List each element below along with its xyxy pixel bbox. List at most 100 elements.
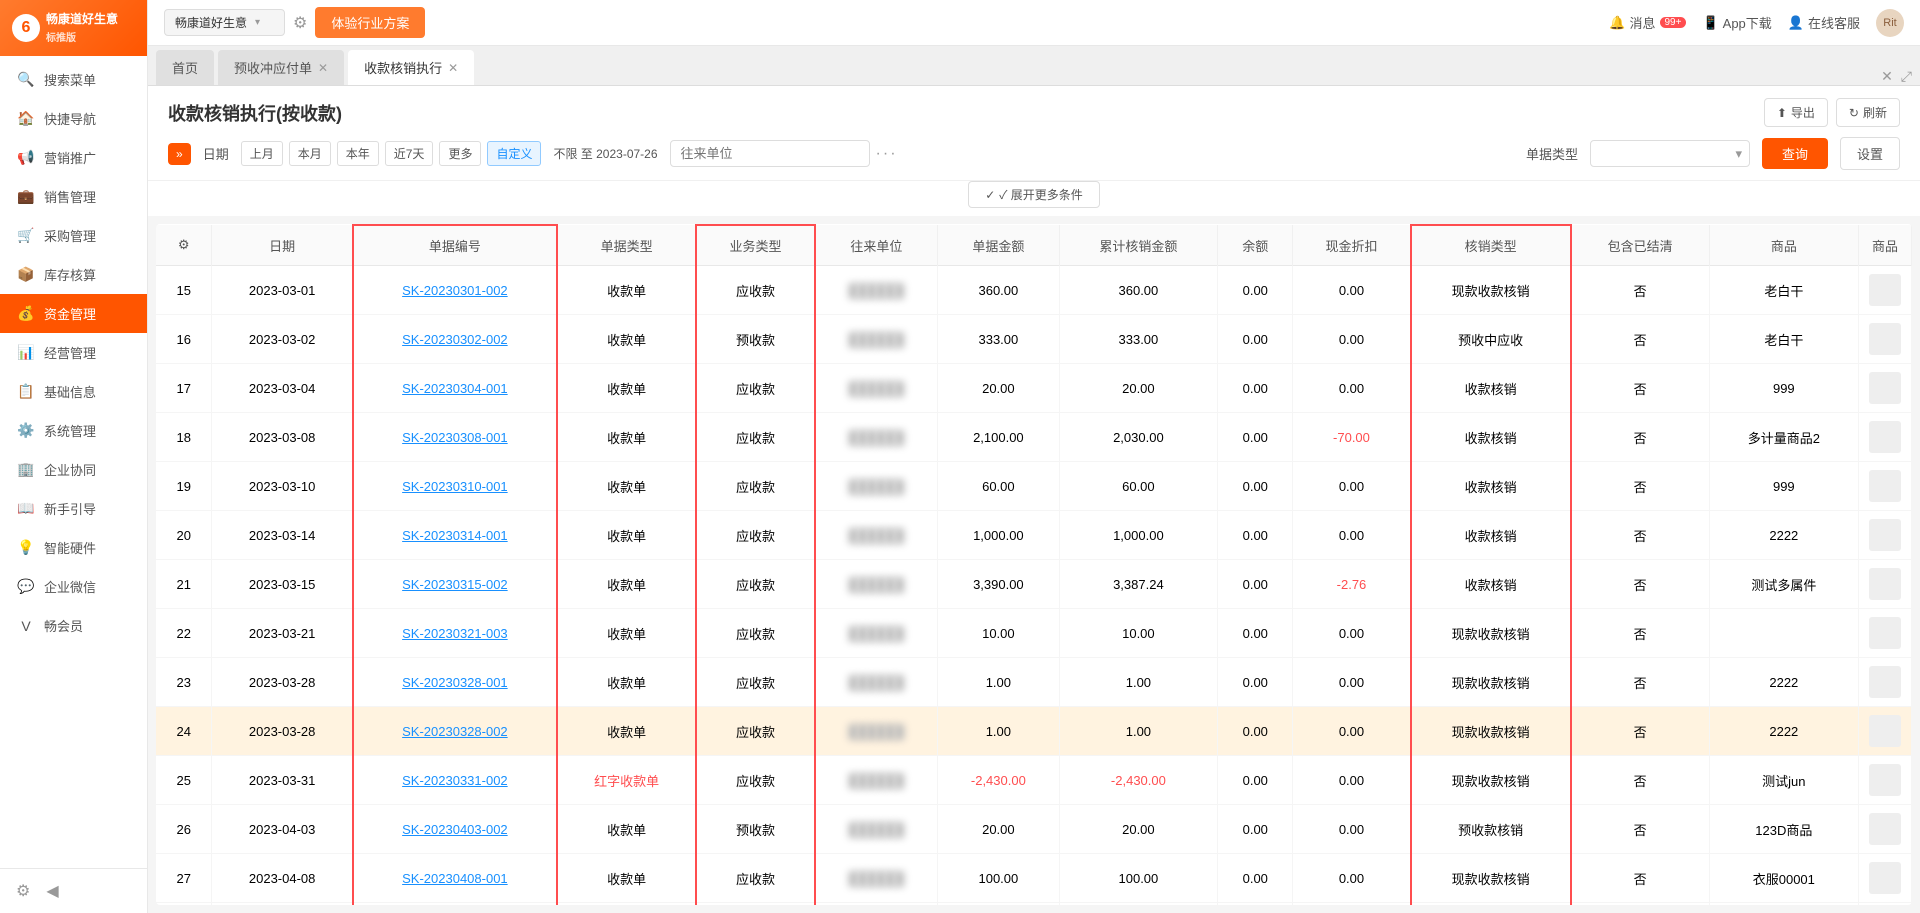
filter-settings-btn[interactable]: 设置 [1840,137,1900,170]
table-row[interactable]: 27 2023-04-08 SK-20230408-001 收款单 应收款 ██… [156,854,1912,903]
filter-this-month-btn[interactable]: 本月 [289,141,331,166]
table-row[interactable]: 20 2023-03-14 SK-20230314-001 收款单 应收款 ██… [156,511,1912,560]
doc-no-link[interactable]: SK-20230328-001 [402,675,508,690]
sidebar-item-system[interactable]: ⚙️ 系统管理 [0,411,147,450]
table-row[interactable]: 18 2023-03-08 SK-20230308-001 收款单 应收款 ██… [156,413,1912,462]
cell-doc-no: SK-20230308-001 [353,413,557,462]
purchase-icon: 🛒 [16,227,36,244]
tab-writeoff[interactable]: 收款核销执行 ✕ [348,50,474,85]
company-selector[interactable]: 畅康道好生意 ▾ [164,9,285,36]
expand-more-btn[interactable]: ✓ ✓ 展开更多条件 [968,181,1100,208]
cell-writeoff-type: 收款核销 [1411,413,1571,462]
sidebar-item-operations[interactable]: 📊 经营管理 [0,333,147,372]
sidebar-item-purchase[interactable]: 🛒 采购管理 [0,216,147,255]
table-row[interactable]: 17 2023-03-04 SK-20230304-001 收款单 应收款 ██… [156,364,1912,413]
cell-doc-type: 收款单 [557,658,696,707]
col-header-index[interactable]: ⚙ [156,225,212,266]
collapse-icon[interactable]: ◀ [46,881,58,901]
cell-doc-type: 收款单 [557,315,696,364]
sidebar-item-sales[interactable]: 💼 销售管理 [0,177,147,216]
col-header-doc-type: 单据类型 [557,225,696,266]
export-btn[interactable]: ⬆ 导出 [1764,98,1828,127]
cell-balance: 0.00 [1218,511,1293,560]
sidebar-item-hardware[interactable]: 💡 智能硬件 [0,528,147,567]
filter-last7-btn[interactable]: 近7天 [385,141,434,166]
sidebar-item-wechat[interactable]: 💬 企业微信 [0,567,147,606]
cell-include-settled: 否 [1571,609,1709,658]
sidebar-item-inventory[interactable]: 📦 库存核算 [0,255,147,294]
filter-last-month-btn[interactable]: 上月 [241,141,283,166]
tab-prepay-close-icon[interactable]: ✕ [318,61,328,75]
doc-no-link[interactable]: SK-20230328-002 [402,724,508,739]
cell-date: 2023-03-15 [212,560,353,609]
doc-no-link[interactable]: SK-20230301-002 [402,283,508,298]
cell-doc-no: SK-20230315-002 [353,560,557,609]
table-row[interactable]: 15 2023-03-01 SK-20230301-002 收款单 应收款 ██… [156,266,1912,315]
cell-amount: 20.00 [938,805,1060,854]
solution-btn[interactable]: 体验行业方案 [315,7,425,38]
app-download-btn[interactable]: 📱 App下载 [1702,13,1771,32]
table-row[interactable]: 28 2023-04-18 SK-20230418-001 收款单 应收款 ██… [156,903,1912,906]
settings-icon[interactable]: ⚙ [16,881,30,901]
tab-home[interactable]: 首页 [156,50,214,85]
cell-customer: ██████ [815,756,938,805]
cell-amount: 20.00 [938,364,1060,413]
filter-doctype-select[interactable] [1590,140,1750,167]
sidebar-item-guide[interactable]: 📖 新手引导 [0,489,147,528]
cell-date: 2023-03-08 [212,413,353,462]
cell-doc-type: 收款单 [557,266,696,315]
sidebar-item-quicknav[interactable]: 🏠 快捷导航 [0,99,147,138]
doc-no-link[interactable]: SK-20230308-001 [402,430,508,445]
doc-no-link[interactable]: SK-20230314-001 [402,528,508,543]
tab-prepay[interactable]: 预收冲应付单 ✕ [218,50,344,85]
query-btn[interactable]: 查询 [1762,138,1828,169]
doc-no-link[interactable]: SK-20230304-001 [402,381,508,396]
table-row[interactable]: 24 2023-03-28 SK-20230328-002 收款单 应收款 ██… [156,707,1912,756]
hardware-icon: 💡 [16,539,36,556]
cell-writeoff-type: 预收中应收 [1411,315,1571,364]
sidebar-item-finance[interactable]: 💰 资金管理 [0,294,147,333]
table-row[interactable]: 22 2023-03-21 SK-20230321-003 收款单 应收款 ██… [156,609,1912,658]
refresh-btn[interactable]: ↻ 刷新 [1836,98,1900,127]
doc-no-link[interactable]: SK-20230321-003 [402,626,508,641]
doc-no-link[interactable]: SK-20230310-001 [402,479,508,494]
sidebar-item-member[interactable]: V 畅会员 [0,606,147,645]
sidebar-item-company[interactable]: 🏢 企业协同 [0,450,147,489]
doc-no-link[interactable]: SK-20230408-001 [402,871,508,886]
tab-writeoff-close-icon[interactable]: ✕ [448,61,458,75]
cell-goods-img [1859,315,1912,364]
expand-window-icon[interactable]: ⤢ [1901,68,1912,85]
cell-balance: 0.00 [1218,658,1293,707]
filter-expand-btn[interactable]: » [168,143,191,165]
table-row[interactable]: 19 2023-03-10 SK-20230310-001 收款单 应收款 ██… [156,462,1912,511]
doc-no-link[interactable]: SK-20230302-002 [402,332,508,347]
service-btn[interactable]: 👤 在线客服 [1788,13,1860,32]
cell-writeoff-type: 收款核销 [1411,560,1571,609]
filter-customer-input[interactable] [670,140,870,167]
filter-dots-icon[interactable]: ··· [876,145,898,163]
filter-custom-btn[interactable]: 自定义 [487,141,541,166]
cell-goods: 衣服00001 [1709,854,1858,903]
close-window-icon[interactable]: ✕ [1881,68,1893,85]
doc-no-link[interactable]: SK-20230315-002 [402,577,508,592]
operations-icon: 📊 [16,344,36,361]
table-row[interactable]: 25 2023-03-31 SK-20230331-002 红字收款单 应收款 … [156,756,1912,805]
sidebar-item-base[interactable]: 📋 基础信息 [0,372,147,411]
table-row[interactable]: 16 2023-03-02 SK-20230302-002 收款单 预收款 ██… [156,315,1912,364]
doc-no-link[interactable]: SK-20230403-002 [402,822,508,837]
topbar-gear-icon[interactable]: ⚙ [293,13,307,33]
sidebar-item-search[interactable]: 🔍 搜索菜单 [0,60,147,99]
table-row[interactable]: 21 2023-03-15 SK-20230315-002 收款单 应收款 ██… [156,560,1912,609]
filter-more-btn[interactable]: 更多 [439,141,481,166]
cell-amount: 60.00 [938,462,1060,511]
table-row[interactable]: 23 2023-03-28 SK-20230328-001 收款单 应收款 ██… [156,658,1912,707]
sidebar-item-marketing[interactable]: 📢 营销推广 [0,138,147,177]
messages-btn[interactable]: 🔔 消息 99+ [1609,13,1686,32]
table-row[interactable]: 26 2023-04-03 SK-20230403-002 收款单 预收款 ██… [156,805,1912,854]
filter-this-year-btn[interactable]: 本年 [337,141,379,166]
user-avatar[interactable]: Rit [1876,9,1904,37]
expand-more-label: ✓ 展开更多条件 [999,186,1083,203]
cell-date: 2023-04-03 [212,805,353,854]
service-icon: 👤 [1788,15,1804,31]
doc-no-link[interactable]: SK-20230331-002 [402,773,508,788]
